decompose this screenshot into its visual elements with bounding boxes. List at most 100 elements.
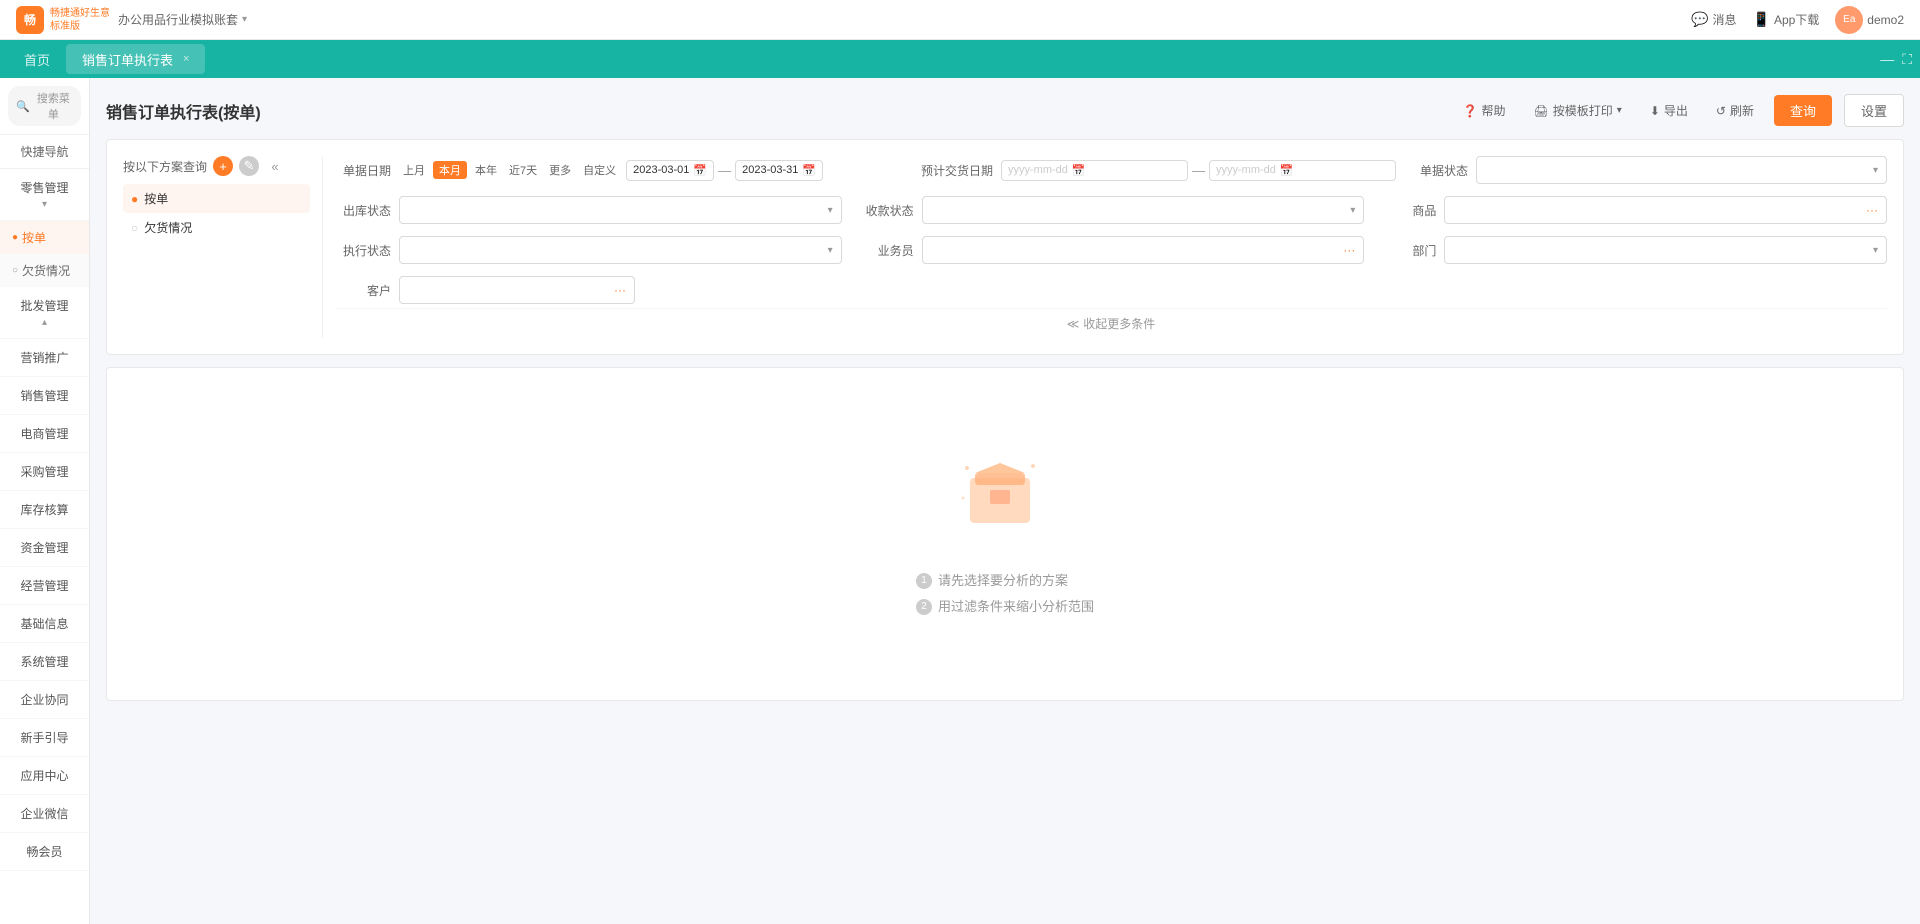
- date-btn-本年[interactable]: 本年: [471, 161, 501, 179]
- query-button[interactable]: 查询: [1774, 95, 1832, 126]
- empty-tip-1: 1 请先选择要分析的方案: [916, 568, 1094, 594]
- export-icon: ⬇: [1650, 104, 1660, 118]
- customer-select[interactable]: ···: [399, 276, 635, 304]
- sidebar-item-ecommerce[interactable]: 电商管理: [0, 415, 89, 453]
- app-download-nav[interactable]: 📱 App下载: [1753, 11, 1820, 28]
- scheme-actions: + ✎ «: [213, 156, 285, 176]
- sidebar-item-finance[interactable]: 资金管理: [0, 529, 89, 567]
- sidebar-item-corpwechat[interactable]: 企业微信: [0, 795, 89, 833]
- refresh-button[interactable]: ↺ 刷新: [1708, 98, 1762, 123]
- avatar-text: Ea: [1843, 14, 1855, 25]
- help-button[interactable]: ❓ 帮助: [1455, 98, 1514, 123]
- sidebar-item-operations[interactable]: 经营管理: [0, 567, 89, 605]
- goods-select[interactable]: ···: [1444, 196, 1887, 224]
- receipt-status-select[interactable]: ▾: [922, 196, 1365, 224]
- filter-panel: 按以下方案查询 + ✎ « ● 按单 ○ 欠货情况: [106, 139, 1904, 355]
- tab-close-icon[interactable]: ×: [183, 53, 189, 65]
- search-label: 搜索菜单: [34, 90, 73, 122]
- print-button[interactable]: 🖨 按模板打印 ▾: [1526, 98, 1630, 123]
- order-status-arrow-icon: ▾: [1873, 165, 1878, 176]
- sidebar: 🔍 搜索菜单 快捷导航 零售管理 ▾ ● 按单 ○ 欠货情况 批发管理 ▴: [0, 78, 90, 924]
- tip-text-2: 用过滤条件来缩小分析范围: [938, 594, 1094, 620]
- message-nav[interactable]: 💬 消息: [1691, 11, 1736, 28]
- sidebar-item-appcenter[interactable]: 应用中心: [0, 757, 89, 795]
- order-status-select[interactable]: ▾: [1476, 156, 1887, 184]
- out-status-select[interactable]: ▾: [399, 196, 842, 224]
- export-button[interactable]: ⬇ 导出: [1642, 98, 1696, 123]
- sidebar-item-corp[interactable]: 企业协同: [0, 681, 89, 719]
- settings-button[interactable]: 设置: [1844, 94, 1904, 127]
- filter-fields: 单据日期 上月 本月 本年 近7天 更多 自定义: [335, 156, 1887, 338]
- date-btn-更多[interactable]: 更多: [545, 161, 575, 179]
- sidebar-sub-item-按单[interactable]: ● 按单: [0, 221, 89, 254]
- salesperson-more-icon[interactable]: ···: [1343, 243, 1355, 257]
- tab-home[interactable]: 首页: [8, 44, 66, 74]
- scheme-欠货情况-label: 欠货情况: [144, 219, 192, 236]
- date-btn-自定义[interactable]: 自定义: [579, 161, 620, 179]
- logo-abbr: 畅: [24, 11, 36, 28]
- top-header: 畅 畅捷通好生意 标准版 办公用品行业模拟账套 ▾ 💬 消息 📱 App下载 E…: [0, 0, 1920, 40]
- sidebar-quicknav[interactable]: 快捷导航: [0, 135, 89, 169]
- expected-calendar-end-icon: 📅: [1280, 164, 1294, 177]
- out-status-arrow-icon: ▾: [828, 205, 833, 216]
- sidebar-item-newuser[interactable]: 新手引导: [0, 719, 89, 757]
- sidebar-item-basicinfo[interactable]: 基础信息: [0, 605, 89, 643]
- sidebar-item-inventory[interactable]: 库存核算: [0, 491, 89, 529]
- collapse-filter-button[interactable]: ≪ 收起更多条件: [335, 308, 1887, 338]
- date-end-input[interactable]: 2023-03-31 📅: [735, 160, 823, 181]
- tab-sales-order-label: 销售订单执行表: [82, 50, 173, 69]
- expected-date-label: 预计交货日期: [921, 162, 993, 179]
- finance-label: 资金管理: [20, 539, 68, 556]
- tab-maximize-icon[interactable]: ⛶: [1902, 51, 1912, 68]
- department-select[interactable]: ▾: [1444, 236, 1887, 264]
- scheme-item-欠货情况[interactable]: ○ 欠货情况: [123, 213, 310, 242]
- expected-date-separator: —: [1192, 163, 1205, 178]
- sidebar-sub-item-欠货情况[interactable]: ○ 欠货情况: [0, 254, 89, 287]
- sidebar-item-member[interactable]: 畅会员: [0, 833, 89, 871]
- scheme-item-按单[interactable]: ● 按单: [123, 184, 310, 213]
- salesperson-select[interactable]: ···: [922, 236, 1365, 264]
- purchase-label: 采购管理: [20, 463, 68, 480]
- sidebar-item-retail[interactable]: 零售管理 ▾: [0, 169, 89, 221]
- edit-scheme-button[interactable]: ✎: [239, 156, 259, 176]
- date-separator: —: [718, 163, 731, 178]
- customer-more-icon[interactable]: ···: [614, 283, 626, 297]
- print-icon: 🖨: [1534, 104, 1549, 118]
- tab-minimize-icon[interactable]: —: [1880, 51, 1894, 67]
- company-selector[interactable]: 办公用品行业模拟账套 ▾: [118, 11, 247, 28]
- user-nav[interactable]: Ea demo2: [1835, 6, 1904, 34]
- user-name: demo2: [1867, 13, 1904, 27]
- export-label: 导出: [1664, 102, 1688, 119]
- execute-status-arrow-icon: ▾: [828, 245, 833, 256]
- app-download-label: App下载: [1774, 11, 1819, 28]
- department-label: 部门: [1380, 242, 1436, 259]
- collapse-scheme-button[interactable]: «: [265, 156, 285, 176]
- sidebar-search-button[interactable]: 🔍 搜索菜单: [8, 86, 81, 126]
- date-start-input[interactable]: 2023-03-01 📅: [626, 160, 714, 181]
- expected-date-start-input[interactable]: yyyy-mm-dd 📅: [1001, 160, 1188, 181]
- member-label: 畅会员: [26, 843, 62, 860]
- sidebar-item-purchase[interactable]: 采购管理: [0, 453, 89, 491]
- tab-sales-order[interactable]: 销售订单执行表 ×: [66, 44, 205, 74]
- logo-text: 畅捷通好生意 标准版: [50, 7, 110, 33]
- marketing-label: 营销推广: [20, 349, 68, 366]
- customer-field: 客户 ···: [335, 276, 635, 304]
- sidebar-item-marketing[interactable]: 营销推广: [0, 339, 89, 377]
- date-btn-近7天[interactable]: 近7天: [505, 161, 541, 179]
- logo-icon: 畅: [16, 6, 44, 34]
- goods-field: 商品 ···: [1380, 196, 1887, 224]
- page-title-bar: 销售订单执行表(按单) ❓ 帮助 🖨 按模板打印 ▾ ⬇ 导出: [106, 94, 1904, 127]
- sidebar-item-wholesale[interactable]: 批发管理 ▴: [0, 287, 89, 339]
- ecommerce-label: 电商管理: [20, 425, 68, 442]
- date-btn-本月[interactable]: 本月: [433, 161, 467, 179]
- department-field: 部门 ▾: [1380, 236, 1887, 264]
- collapse-icon: ≪: [1067, 317, 1080, 331]
- date-btn-上月[interactable]: 上月: [399, 161, 429, 179]
- calendar-end-icon: 📅: [802, 164, 816, 177]
- goods-more-icon[interactable]: ···: [1866, 203, 1878, 217]
- expected-date-end-input[interactable]: yyyy-mm-dd 📅: [1209, 160, 1396, 181]
- sidebar-item-system[interactable]: 系统管理: [0, 643, 89, 681]
- add-scheme-button[interactable]: +: [213, 156, 233, 176]
- sidebar-item-sales[interactable]: 销售管理: [0, 377, 89, 415]
- execute-status-select[interactable]: ▾: [399, 236, 842, 264]
